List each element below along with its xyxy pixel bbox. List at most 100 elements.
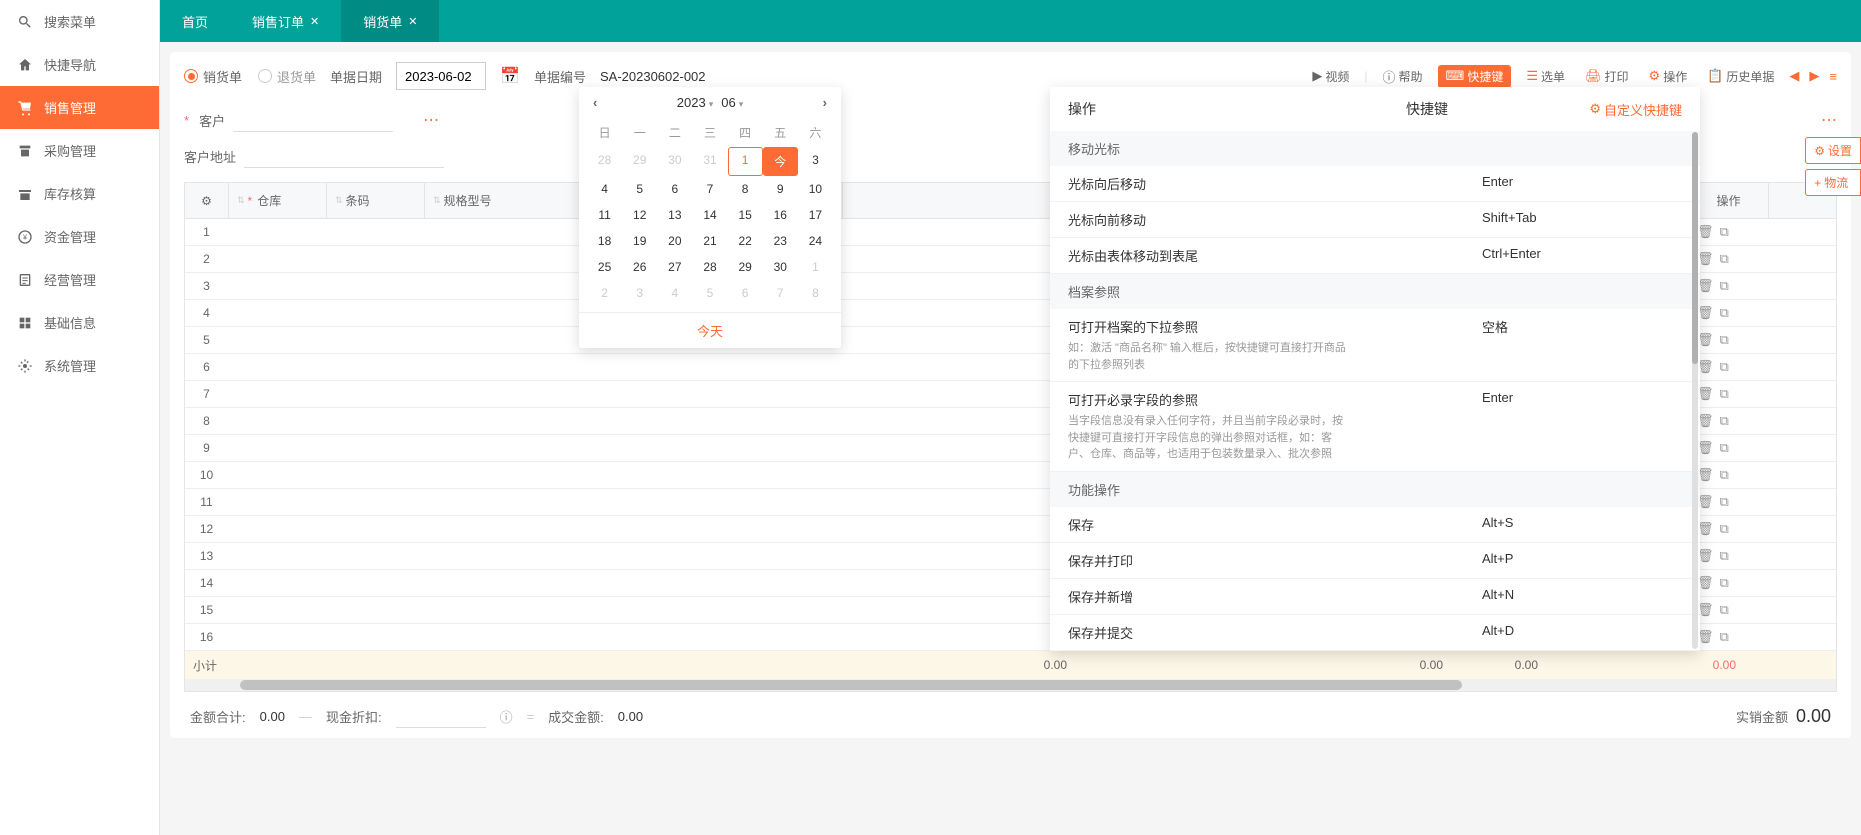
day-cell[interactable]: 1 — [728, 147, 763, 176]
copy-icon[interactable]: ⧉ — [1720, 467, 1729, 483]
sidebar-item-business[interactable]: 经营管理 — [0, 258, 159, 301]
radio-return[interactable]: 退货单 — [258, 67, 316, 86]
toolbar-history[interactable]: 📋历史单据 — [1702, 66, 1779, 87]
tab-sales-order[interactable]: 销售订单✕ — [230, 0, 341, 43]
copy-icon[interactable]: ⧉ — [1720, 332, 1729, 348]
day-cell[interactable]: 20 — [657, 228, 692, 254]
day-cell[interactable]: 19 — [622, 228, 657, 254]
day-cell-other[interactable]: 7 — [763, 280, 798, 306]
day-cell[interactable]: 14 — [692, 202, 727, 228]
copy-icon[interactable]: ⧉ — [1720, 602, 1729, 618]
day-cell-other[interactable]: 3 — [622, 280, 657, 306]
copy-icon[interactable]: ⧉ — [1720, 386, 1729, 402]
copy-icon[interactable]: ⧉ — [1720, 305, 1729, 321]
day-cell[interactable]: 18 — [587, 228, 622, 254]
custom-shortcut-button[interactable]: ⚙自定义快捷键 — [1589, 100, 1682, 119]
day-cell[interactable]: 23 — [763, 228, 798, 254]
day-cell[interactable]: 30 — [763, 254, 798, 280]
today-button[interactable]: 今天 — [579, 312, 841, 348]
day-cell-other[interactable]: 4 — [657, 280, 692, 306]
toolbar-shortcut[interactable]: ⌨快捷键 — [1438, 65, 1512, 88]
radio-sales[interactable]: 销货单 — [184, 67, 242, 86]
toolbar-print[interactable]: 🖨打印 — [1580, 66, 1634, 87]
day-cell[interactable]: 24 — [798, 228, 833, 254]
copy-icon[interactable]: ⧉ — [1720, 494, 1729, 510]
day-cell[interactable]: 10 — [798, 176, 833, 202]
toolbar-select[interactable]: ☰选单 — [1521, 66, 1570, 87]
copy-icon[interactable]: ⧉ — [1720, 278, 1729, 294]
day-cell[interactable]: 13 — [657, 202, 692, 228]
copy-icon[interactable]: ⧉ — [1720, 575, 1729, 591]
day-cell[interactable]: 29 — [728, 254, 763, 280]
sidebar-item-sales[interactable]: 销售管理 — [0, 86, 159, 129]
day-cell[interactable]: 15 — [728, 202, 763, 228]
h-scrollbar[interactable] — [185, 679, 1836, 691]
sidebar-item-search[interactable]: 搜索菜单 — [0, 0, 159, 43]
copy-icon[interactable]: ⧉ — [1720, 224, 1729, 240]
day-cell[interactable]: 16 — [763, 202, 798, 228]
menu-icon[interactable]: ≡ — [1829, 69, 1837, 84]
toolbar-help[interactable]: ⓘ帮助 — [1378, 65, 1428, 88]
day-cell-other[interactable]: 2 — [587, 280, 622, 306]
close-icon[interactable]: ✕ — [310, 15, 319, 28]
setting-button[interactable]: ⚙设置 — [1805, 137, 1861, 164]
day-cell[interactable]: 8 — [728, 176, 763, 202]
day-cell-other[interactable]: 30 — [657, 147, 692, 176]
prev-month-icon[interactable]: ‹ — [593, 95, 597, 110]
logistics-button[interactable]: +物流 — [1805, 169, 1861, 196]
help-icon[interactable]: ⓘ — [500, 707, 513, 726]
day-cell[interactable]: 5 — [622, 176, 657, 202]
more-icon[interactable]: ⋯ — [423, 110, 439, 130]
date-input[interactable] — [396, 62, 486, 90]
col-warehouse[interactable]: ⇅*仓库 — [229, 183, 327, 218]
year-select[interactable]: 2023 — [677, 95, 713, 110]
close-icon[interactable]: ✕ — [408, 15, 417, 28]
month-select[interactable]: 06 — [721, 95, 743, 110]
tab-sales-slip[interactable]: 销货单✕ — [341, 0, 439, 43]
day-cell[interactable]: 21 — [692, 228, 727, 254]
day-cell-other[interactable]: 29 — [622, 147, 657, 176]
day-cell[interactable]: 27 — [657, 254, 692, 280]
day-cell[interactable]: 28 — [692, 254, 727, 280]
col-settings[interactable]: ⚙ — [185, 183, 229, 218]
day-cell-other[interactable]: 28 — [587, 147, 622, 176]
col-barcode[interactable]: ⇅条码 — [327, 183, 425, 218]
copy-icon[interactable]: ⧉ — [1720, 521, 1729, 537]
copy-icon[interactable]: ⧉ — [1720, 629, 1729, 645]
day-cell-other[interactable]: 1 — [798, 254, 833, 280]
copy-icon[interactable]: ⧉ — [1720, 548, 1729, 564]
sidebar-item-basicinfo[interactable]: 基础信息 — [0, 301, 159, 344]
day-cell[interactable]: 17 — [798, 202, 833, 228]
day-cell-other[interactable]: 5 — [692, 280, 727, 306]
scrollbar-thumb[interactable] — [1692, 132, 1698, 364]
day-cell-other[interactable]: 6 — [728, 280, 763, 306]
copy-icon[interactable]: ⧉ — [1720, 359, 1729, 375]
day-cell[interactable]: 4 — [587, 176, 622, 202]
day-cell[interactable]: 22 — [728, 228, 763, 254]
day-cell[interactable]: 25 — [587, 254, 622, 280]
copy-icon[interactable]: ⧉ — [1720, 251, 1729, 267]
day-cell[interactable]: 3 — [798, 147, 833, 176]
day-cell[interactable]: 今 — [763, 147, 798, 176]
sidebar-item-funds[interactable]: ¥ 资金管理 — [0, 215, 159, 258]
copy-icon[interactable]: ⧉ — [1720, 413, 1729, 429]
more-icon[interactable]: ⋯ — [1821, 110, 1837, 130]
day-cell[interactable]: 26 — [622, 254, 657, 280]
sidebar-item-quicknav[interactable]: 快捷导航 — [0, 43, 159, 86]
chevron-right-icon[interactable]: ▶ — [1809, 68, 1819, 84]
sidebar-item-inventory[interactable]: 库存核算 — [0, 172, 159, 215]
sidebar-item-system[interactable]: 系统管理 — [0, 344, 159, 387]
customer-input[interactable] — [233, 108, 393, 132]
day-cell-other[interactable]: 8 — [798, 280, 833, 306]
toolbar-operate[interactable]: ⚙操作 — [1644, 66, 1693, 87]
next-month-icon[interactable]: › — [823, 95, 827, 110]
scrollbar-thumb[interactable] — [240, 680, 1462, 690]
chevron-left-icon[interactable]: ◀ — [1789, 68, 1799, 84]
day-cell[interactable]: 12 — [622, 202, 657, 228]
day-cell[interactable]: 11 — [587, 202, 622, 228]
copy-icon[interactable]: ⧉ — [1720, 440, 1729, 456]
day-cell[interactable]: 6 — [657, 176, 692, 202]
calendar-icon[interactable]: 📅 — [500, 66, 520, 86]
day-cell-other[interactable]: 31 — [692, 147, 727, 176]
tab-home[interactable]: 首页 — [160, 0, 230, 43]
